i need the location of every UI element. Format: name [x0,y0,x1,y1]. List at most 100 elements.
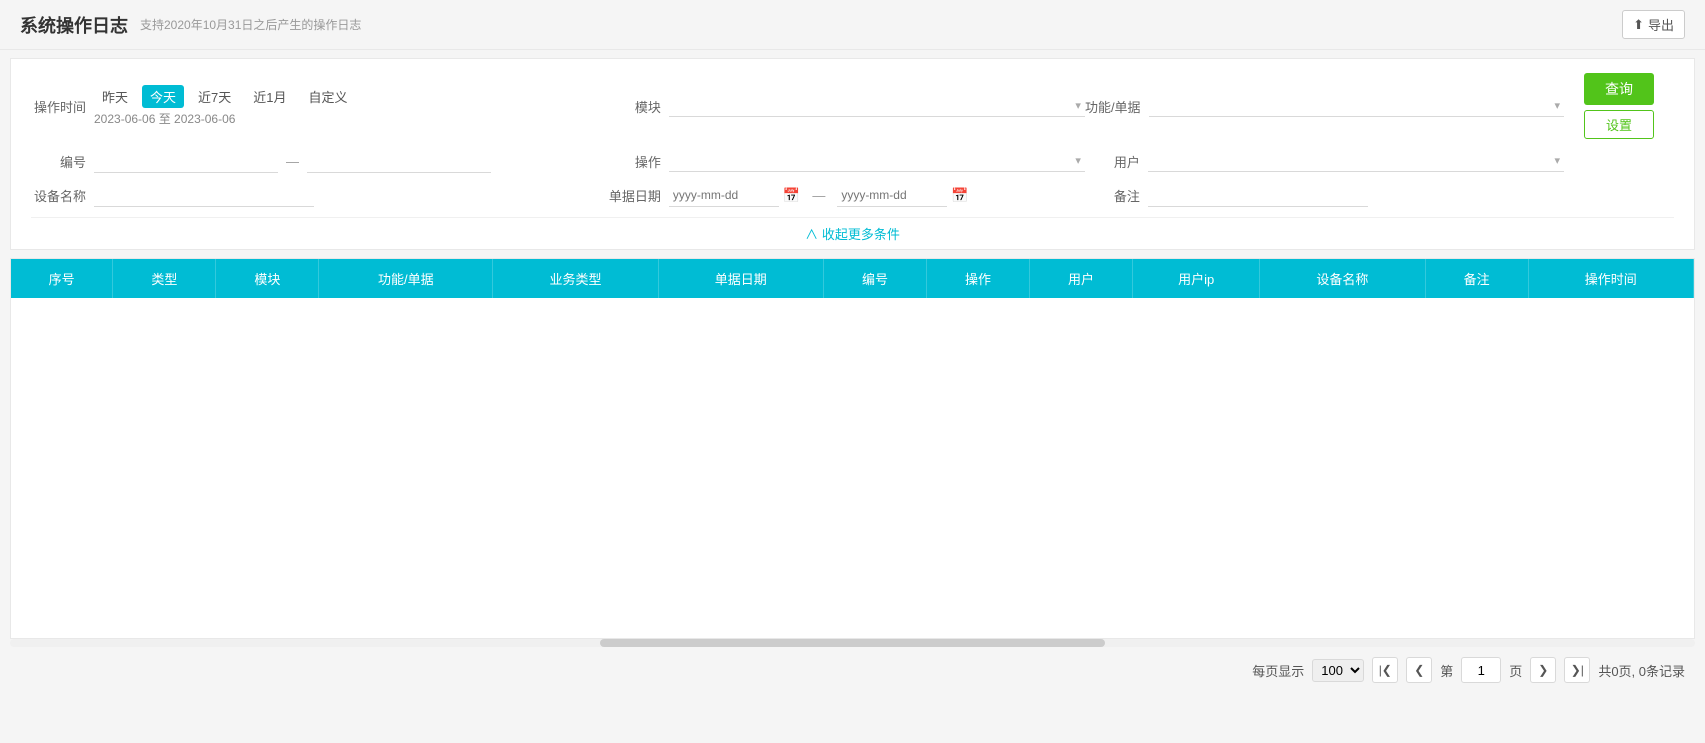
module-dropdown[interactable]: ▾ [669,95,1085,117]
page-unit: 页 [1509,661,1522,680]
device-filter-segment: 设备名称 [31,183,606,207]
per-page-label: 每页显示 [1252,661,1304,680]
time-btn-1month[interactable]: 近1月 [245,85,294,108]
module-filter-segment: 模块 ▾ [606,95,1085,117]
time-filter-segment: 操作时间 昨天 今天 近7天 近1月 自定义 2023-06-06 至 2023… [31,85,606,127]
horizontal-scrollbar[interactable] [10,639,1695,647]
time-options-area: 昨天 今天 近7天 近1月 自定义 2023-06-06 至 2023-06-0… [94,85,606,127]
col-type: 类型 [113,259,216,298]
number-input-end[interactable] [307,149,491,173]
receipt-date-area: 📅 — 📅 [669,184,1085,207]
data-table: 序号 类型 模块 功能/单据 业务类型 单据日期 编号 操作 用户 用户ip 设… [11,259,1694,298]
empty-area [11,298,1694,638]
time-btn-today[interactable]: 今天 [142,85,184,108]
operation-select-area: ▾ [669,150,1085,172]
page-prev-button[interactable]: ❮ [1406,657,1432,683]
filter-row-3: 设备名称 单据日期 📅 — 📅 备注 [31,183,1674,207]
user-filter-segment: 用户 ▾ [1085,150,1564,172]
page-first-button[interactable]: |❮ [1372,657,1398,683]
operation-dropdown[interactable]: ▾ [669,150,1085,172]
module-label: 模块 [606,97,661,116]
page-label: 第 [1440,661,1453,680]
func-dropdown[interactable]: ▾ [1149,95,1564,117]
col-device: 设备名称 [1260,259,1425,298]
table-header: 序号 类型 模块 功能/单据 业务类型 单据日期 编号 操作 用户 用户ip 设… [11,259,1694,298]
export-button[interactable]: ⬆ 导出 [1622,10,1685,39]
module-dropdown-arrow: ▾ [1075,99,1081,112]
device-input-area [94,183,606,207]
func-select-area: ▾ [1149,95,1564,117]
page-title: 系统操作日志 [20,12,128,38]
module-select-area: ▾ [669,95,1085,117]
calendar-end-icon[interactable]: 📅 [951,187,968,204]
filter-action-buttons: 查询 设置 [1564,73,1674,139]
number-dash: — [286,154,299,169]
user-select-area: ▾ [1148,150,1564,172]
func-dropdown-arrow: ▾ [1554,99,1560,112]
receipt-date-end[interactable] [837,184,947,207]
func-filter-segment: 功能/单据 ▾ [1085,95,1564,117]
number-input-area: — [94,149,606,173]
device-label: 设备名称 [31,186,86,205]
total-records-label: 共0页, 0条记录 [1598,661,1685,680]
page-size-select[interactable]: 100 50 200 [1312,659,1364,682]
receipt-date-filter-segment: 单据日期 📅 — 📅 [606,184,1085,207]
data-table-container: 序号 类型 模块 功能/单据 业务类型 单据日期 编号 操作 用户 用户ip 设… [10,258,1695,639]
filter-row-2: 编号 — 操作 ▾ 用户 ▾ [31,149,1674,173]
calendar-start-icon[interactable]: 📅 [783,187,800,204]
collapse-label: 收起更多条件 [822,227,900,242]
time-buttons: 昨天 今天 近7天 近1月 自定义 [94,85,356,108]
number-filter-segment: 编号 — [31,149,606,173]
receipt-date-dash: — [812,188,825,203]
col-number: 编号 [823,259,926,298]
col-user: 用户 [1030,259,1133,298]
filter-panel: 操作时间 昨天 今天 近7天 近1月 自定义 2023-06-06 至 2023… [10,58,1695,250]
page-last-button[interactable]: ❯| [1564,657,1590,683]
export-icon: ⬆ [1633,17,1644,33]
page-header: 系统操作日志 支持2020年10月31日之后产生的操作日志 ⬆ 导出 [0,0,1705,50]
user-label: 用户 [1085,152,1140,171]
user-dropdown[interactable]: ▾ [1148,150,1564,172]
receipt-date-range: 📅 — 📅 [669,184,969,207]
page-next-button[interactable]: ❯ [1530,657,1556,683]
table-header-row: 序号 类型 模块 功能/单据 业务类型 单据日期 编号 操作 用户 用户ip 设… [11,259,1694,298]
page-input[interactable] [1461,657,1501,683]
col-receipt-date: 单据日期 [658,259,823,298]
col-operation: 操作 [926,259,1029,298]
col-module: 模块 [216,259,319,298]
settings-button[interactable]: 设置 [1584,110,1654,139]
title-area: 系统操作日志 支持2020年10月31日之后产生的操作日志 [20,12,361,38]
time-btn-yesterday[interactable]: 昨天 [94,85,136,108]
time-range-display: 2023-06-06 至 2023-06-06 [94,110,235,127]
time-btn-custom[interactable]: 自定义 [301,85,356,108]
time-btn-7days[interactable]: 近7天 [190,85,239,108]
number-input-start[interactable] [94,149,278,173]
remark-filter-segment: 备注 [1085,183,1564,207]
page-subtitle: 支持2020年10月31日之后产生的操作日志 [140,16,361,33]
receipt-date-label: 单据日期 [606,186,661,205]
query-button[interactable]: 查询 [1584,73,1654,105]
remark-input[interactable] [1148,183,1368,207]
filter-row-1: 操作时间 昨天 今天 近7天 近1月 自定义 2023-06-06 至 2023… [31,73,1674,139]
col-biz-type: 业务类型 [493,259,658,298]
device-input[interactable] [94,183,314,207]
user-dropdown-arrow: ▾ [1554,154,1560,167]
func-label: 功能/单据 [1085,97,1141,116]
col-seq: 序号 [11,259,113,298]
col-remark: 备注 [1425,259,1528,298]
time-label: 操作时间 [31,97,86,116]
operation-filter-segment: 操作 ▾ [606,150,1085,172]
col-user-ip: 用户ip [1133,259,1260,298]
pagination-bar: 每页显示 100 50 200 |❮ ❮ 第 页 ❯ ❯| 共0页, 0条记录 [0,647,1705,693]
number-label: 编号 [31,152,86,171]
remark-input-area [1148,183,1564,207]
col-op-time: 操作时间 [1528,259,1693,298]
collapse-up-icon: ∧ [805,227,818,242]
operation-label: 操作 [606,152,661,171]
receipt-date-start[interactable] [669,184,779,207]
collapse-bar[interactable]: ∧ 收起更多条件 [31,217,1674,249]
remark-label: 备注 [1085,186,1140,205]
operation-dropdown-arrow: ▾ [1075,154,1081,167]
scrollbar-thumb[interactable] [600,639,1106,647]
col-func: 功能/单据 [319,259,493,298]
